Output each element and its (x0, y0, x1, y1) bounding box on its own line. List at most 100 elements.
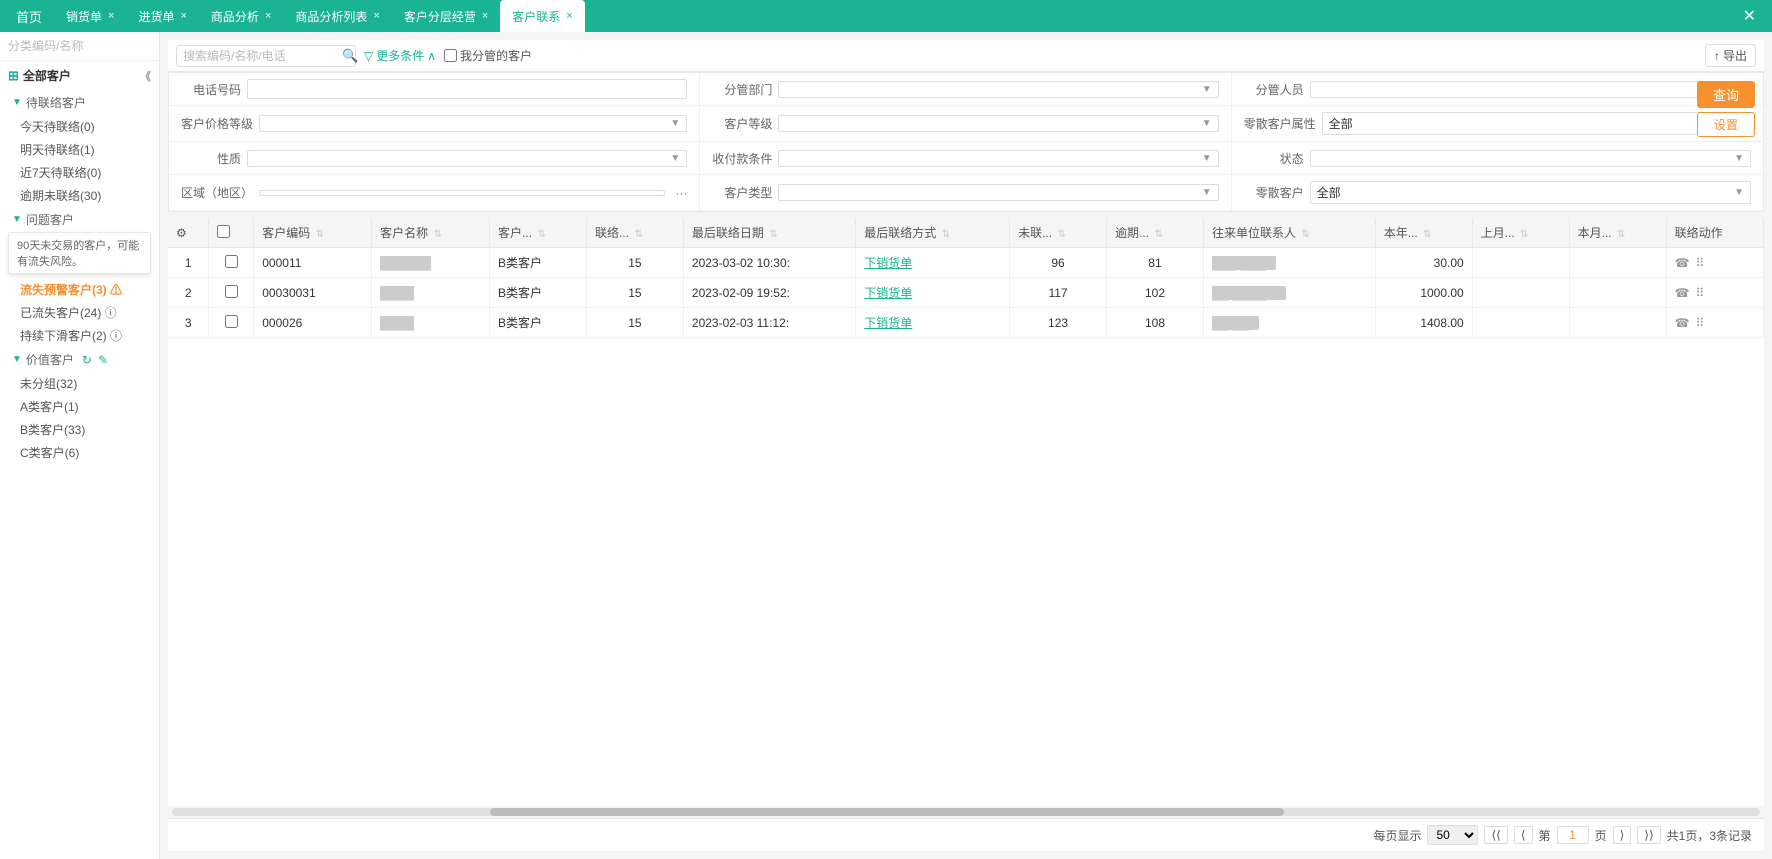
tab-purchase[interactable]: 进货单 × (126, 0, 198, 32)
customer-type-chevron-icon: ▼ (1202, 187, 1212, 198)
sidebar-item-tomorrow[interactable]: 明天待联络(1) (0, 138, 159, 161)
tab-home[interactable]: 首页 (4, 0, 54, 32)
tab-customer-contact[interactable]: 客户联系 × (500, 0, 584, 32)
tab-product-analysis-list-close[interactable]: × (373, 10, 379, 22)
content-area: 🔍 ▽ 更多条件 ∧ 我分管的客户 ↑ 导出 电话号码 (160, 32, 1772, 859)
last-page-button[interactable]: ⟩⟩ (1637, 826, 1660, 844)
action-phone-icon-0[interactable]: ☎ (1675, 256, 1690, 270)
table-row: 2 00030031 ████ B类客户 15 2023-02-09 19:52… (168, 278, 1764, 308)
td-unit-1: ██ ████ 3... (1203, 278, 1375, 308)
sidebar-item-today[interactable]: 今天待联络(0) (0, 115, 159, 138)
th-actions: 联络动作 (1666, 218, 1763, 248)
filter-select-nature[interactable]: ▼ (247, 150, 687, 167)
prev-page-button[interactable]: ⟨ (1514, 826, 1533, 844)
th-this-year: 本年... ⇅ (1375, 218, 1472, 248)
table-header-row: ⚙ 客户编码 ⇅ 客户名称 ⇅ 客户... ⇅ 联络... ⇅ 最后联络日期 ⇅… (168, 218, 1764, 248)
tab-product-analysis-close[interactable]: × (265, 10, 271, 22)
th-last-contact-date: 最后联络日期 ⇅ (683, 218, 855, 248)
sidebar-item-declining[interactable]: 持续下滑客户(2) ⓘ (0, 324, 159, 347)
tab-sales-close[interactable]: × (108, 10, 114, 22)
my-customers-checkbox[interactable] (444, 49, 457, 62)
filter-select-retail-attr[interactable]: 全部 ▼ (1322, 112, 1751, 135)
action-more-icon-2[interactable]: ⠿ (1696, 316, 1705, 330)
sidebar-search-input[interactable] (8, 39, 160, 53)
page-label: 第 (1539, 827, 1551, 844)
filter-select-price-grade[interactable]: ▼ (259, 115, 687, 132)
sidebar-item-class-b[interactable]: B类客户(33) (0, 418, 159, 441)
th-settings[interactable]: ⚙ (168, 218, 209, 248)
sidebar-item-churned[interactable]: 已流失客户(24) ⓘ (0, 301, 159, 324)
contact-method-link-1[interactable]: 下销货单 (864, 286, 912, 300)
row-checkbox-2[interactable] (225, 315, 238, 328)
td-name-0: ██████ (372, 248, 490, 278)
filter-select-customer-type[interactable]: ▼ (778, 184, 1218, 201)
tab-customer-layers-close[interactable]: × (482, 10, 488, 22)
row-checkbox-1[interactable] (225, 285, 238, 298)
row-checkbox-0[interactable] (225, 255, 238, 268)
sidebar-item-churn-warning[interactable]: 流失预警客户(3) ⚠ (0, 278, 159, 301)
more-filters-button[interactable]: ▽ 更多条件 ∧ (364, 47, 436, 64)
sidebar-all-customers[interactable]: ⊞ 全部客户 《 (0, 61, 159, 90)
tab-customer-contact-close[interactable]: × (566, 10, 572, 22)
horizontal-scrollbar[interactable] (168, 806, 1764, 818)
td-date-1: 2023-02-09 19:52: (683, 278, 855, 308)
filter-select-retail-customer[interactable]: 全部 ▼ (1310, 181, 1751, 204)
search-input[interactable] (183, 49, 338, 63)
filter-select-customer-grade[interactable]: ▼ (778, 115, 1218, 132)
tab-product-analysis[interactable]: 商品分析 × (199, 0, 283, 32)
sidebar-item-week[interactable]: 近7天待联络(0) (0, 161, 159, 184)
sort-method-icon: ⇅ (942, 229, 950, 240)
window-close-button[interactable]: ✕ (1731, 6, 1768, 26)
sidebar-item-overdue[interactable]: 逾期未联络(30) (0, 184, 159, 207)
region-more-icon[interactable]: ··· (675, 186, 687, 200)
select-all-checkbox[interactable] (217, 225, 230, 238)
action-phone-icon-2[interactable]: ☎ (1675, 316, 1690, 330)
filter-label-region: 区域（地区） (181, 184, 253, 201)
nature-chevron-icon: ▼ (670, 153, 680, 164)
my-customers-checkbox-area[interactable]: 我分管的客户 (444, 47, 532, 64)
filter-select-manager[interactable]: ▼ (1310, 81, 1729, 98)
td-unlocked-0: 96 (1010, 248, 1107, 278)
first-page-button[interactable]: ⟨⟨ (1484, 826, 1507, 844)
sidebar-item-class-a[interactable]: A类客户(1) (0, 395, 159, 418)
tab-sales[interactable]: 销货单 × (54, 0, 126, 32)
filter-select-region[interactable] (259, 190, 665, 196)
tab-product-analysis-list[interactable]: 商品分析列表 × (283, 0, 391, 32)
sidebar-item-ungroup[interactable]: 未分组(32) (0, 372, 159, 395)
filter-panel: 电话号码 分管部门 ▼ 分管人员 ▼ ··· (168, 72, 1764, 212)
td-date-2: 2023-02-03 11:12: (683, 308, 855, 338)
filter-label-payment: 收付款条件 (712, 150, 772, 167)
contact-method-link-2[interactable]: 下销货单 (864, 316, 912, 330)
value-refresh-icon[interactable]: ↻ (82, 353, 92, 367)
sidebar-group-value[interactable]: ▼ 价值客户 ↻ ✎ (0, 347, 159, 372)
query-button[interactable]: 查询 (1697, 81, 1755, 108)
sidebar-collapse-btn[interactable]: 《 (140, 68, 151, 84)
action-more-icon-1[interactable]: ⠿ (1696, 286, 1705, 300)
settings-button[interactable]: 设置 (1697, 112, 1755, 137)
filter-label-customer-type: 客户类型 (712, 184, 772, 201)
action-phone-icon-1[interactable]: ☎ (1675, 286, 1690, 300)
sidebar-group-pending[interactable]: ▼ 待联络客户 (0, 90, 159, 115)
filter-select-status[interactable]: ▼ (1310, 150, 1751, 167)
per-page-select[interactable]: 50 20 100 (1427, 825, 1478, 845)
tab-purchase-close[interactable]: × (180, 10, 186, 22)
filter-select-dept[interactable]: ▼ (778, 81, 1218, 98)
next-page-button[interactable]: ⟩ (1613, 826, 1632, 844)
sidebar-group-problem[interactable]: ▼ 问题客户 (0, 207, 159, 232)
retail-customer-chevron-icon: ▼ (1734, 187, 1744, 198)
problem-tooltip: 90天未交易的客户，可能有流失风险。 (8, 232, 151, 274)
contact-method-link-0[interactable]: 下销货单 (864, 256, 912, 270)
value-edit-icon[interactable]: ✎ (98, 353, 108, 367)
filter-label-nature: 性质 (181, 150, 241, 167)
filter-input-phone[interactable] (247, 79, 687, 99)
export-button[interactable]: ↑ 导出 (1705, 44, 1756, 67)
search-submit-icon[interactable]: 🔍 (342, 48, 358, 64)
action-more-icon-0[interactable]: ⠿ (1696, 256, 1705, 270)
tab-customer-layers[interactable]: 客户分层经营 × (392, 0, 500, 32)
td-unit-0: ███ ███... (1203, 248, 1375, 278)
filter-select-payment[interactable]: ▼ (778, 150, 1218, 167)
page-number-input[interactable] (1557, 826, 1589, 844)
scrollbar-thumb[interactable] (490, 808, 1284, 816)
sidebar-item-class-c[interactable]: C类客户(6) (0, 441, 159, 464)
td-overdue-0: 81 (1107, 248, 1204, 278)
